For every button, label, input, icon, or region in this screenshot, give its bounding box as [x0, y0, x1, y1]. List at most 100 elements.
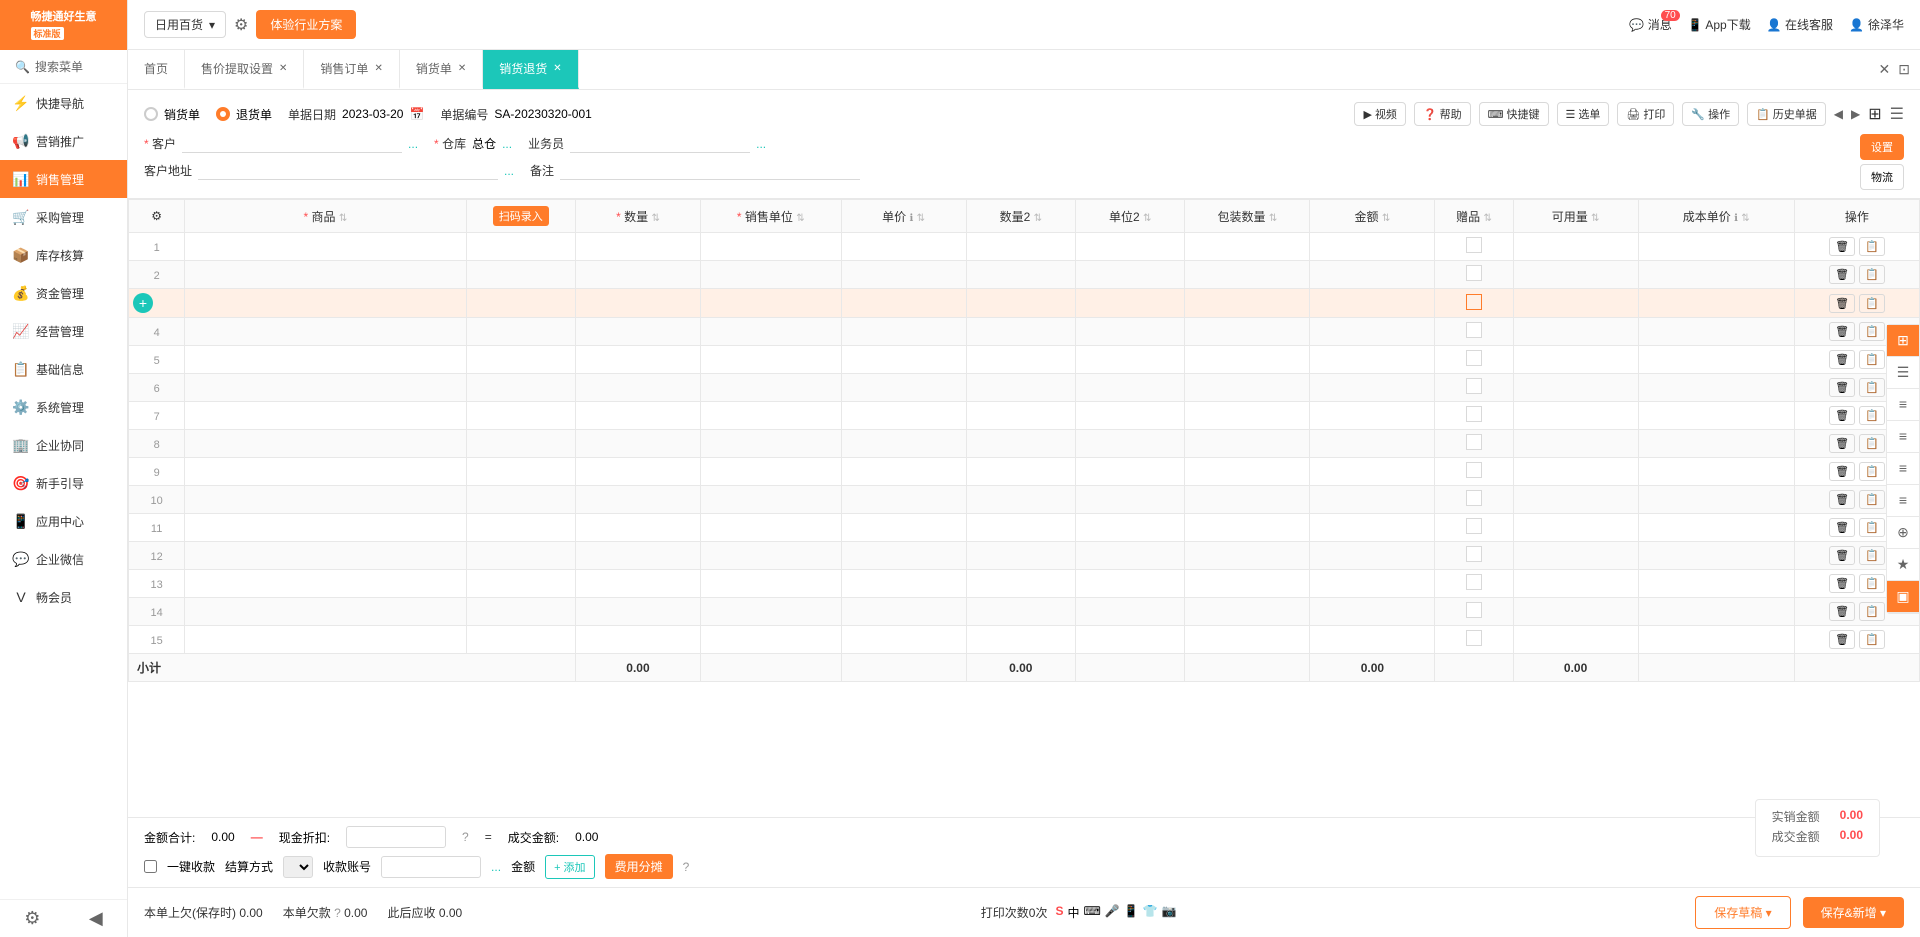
draft-dropdown-icon[interactable]: ▾	[1766, 906, 1772, 920]
right-btn-1[interactable]: ≡	[1887, 389, 1919, 421]
sale-unit-sort-icon[interactable]: ⇅	[796, 213, 804, 224]
table-view-btn[interactable]: ⊞	[1887, 325, 1919, 357]
row-13-copy-btn[interactable]: 📋	[1859, 574, 1885, 593]
operation-btn[interactable]: 🔧 操作	[1682, 102, 1739, 126]
table-view-icon[interactable]: ⊞	[1868, 104, 1881, 124]
sidebar-item-guide[interactable]: 🎯 新手引导	[0, 464, 127, 502]
video-btn[interactable]: ▶ 视频	[1354, 102, 1405, 126]
right-btn-5[interactable]: ⊕	[1887, 517, 1919, 549]
settings-button[interactable]: ⚙	[234, 15, 248, 35]
row-2-qty2[interactable]	[966, 261, 1075, 289]
row-1-qty[interactable]	[575, 233, 700, 261]
online-service[interactable]: 👤 在线客服	[1767, 16, 1833, 33]
gift-checkbox-10[interactable]	[1466, 490, 1482, 506]
row-8-copy-btn[interactable]: 📋	[1859, 434, 1885, 453]
shortcut-btn[interactable]: ⌨ 快捷键	[1479, 102, 1549, 126]
tab-sale-delivery-close[interactable]: ✕	[458, 63, 466, 74]
row-1-gift[interactable]	[1435, 233, 1513, 261]
s-icon[interactable]: S	[1055, 904, 1063, 921]
row-1-unit2[interactable]	[1076, 233, 1185, 261]
owe-hint[interactable]: ?	[334, 906, 341, 920]
tab-home[interactable]: 首页	[128, 50, 185, 89]
row-2-amount[interactable]	[1310, 261, 1435, 289]
sidebar-item-marketing[interactable]: 📢 营销推广	[0, 122, 127, 160]
right-btn-4[interactable]: ≡	[1887, 485, 1919, 517]
unit-price-info-icon[interactable]: ℹ	[910, 213, 914, 224]
row-1-sale-unit[interactable]	[700, 233, 841, 261]
sidebar-item-member[interactable]: V 畅会员	[0, 578, 127, 616]
row-5-copy-btn[interactable]: 📋	[1859, 350, 1885, 369]
logistics-side-btn[interactable]: 物流	[1860, 164, 1904, 190]
address-select-btn[interactable]: ...	[504, 164, 514, 178]
pkg-qty-sort-icon[interactable]: ⇅	[1269, 213, 1277, 224]
amount-sort-icon[interactable]: ⇅	[1382, 213, 1390, 224]
row-2-sale-unit[interactable]	[700, 261, 841, 289]
discount-input[interactable]	[346, 826, 446, 848]
qty2-sort-icon[interactable]: ⇅	[1034, 213, 1042, 224]
tool-icon-1[interactable]: 中	[1067, 904, 1079, 921]
row-2-gift[interactable]	[1435, 261, 1513, 289]
row-3-cost-price[interactable]	[1638, 289, 1794, 318]
question-discount-icon[interactable]: ?	[462, 830, 469, 844]
gift-checkbox-8[interactable]	[1466, 434, 1482, 450]
tab-sale-return-close[interactable]: ✕	[553, 63, 561, 74]
add-fee-btn[interactable]: + 添加	[545, 855, 594, 879]
calendar-icon[interactable]: 📅	[409, 107, 424, 121]
gift-checkbox-5[interactable]	[1466, 350, 1482, 366]
row-3-unit-price[interactable]	[841, 289, 966, 318]
gift-checkbox-3[interactable]	[1466, 294, 1482, 310]
row-1-unit-price[interactable]	[841, 233, 966, 261]
row-2-product[interactable]	[185, 261, 466, 289]
gift-checkbox-14[interactable]	[1466, 602, 1482, 618]
row-10-delete-btn[interactable]: 🗑	[1829, 490, 1855, 509]
split-btn[interactable]: 费用分摊	[605, 854, 673, 879]
remark-input[interactable]	[560, 161, 860, 180]
nav-next[interactable]: ▶	[1851, 107, 1860, 121]
row-5-delete-btn[interactable]: 🗑	[1829, 350, 1855, 369]
row-add-btn-cell[interactable]: +	[129, 289, 185, 318]
tool-icon-2[interactable]: ⌨	[1083, 904, 1100, 921]
row-2-unit2[interactable]	[1076, 261, 1185, 289]
row-6-copy-btn[interactable]: 📋	[1859, 378, 1885, 397]
row-2-copy-btn[interactable]: 📋	[1859, 265, 1885, 284]
sidebar-item-apps[interactable]: 📱 应用中心	[0, 502, 127, 540]
col-scan[interactable]: 扫码录入	[466, 200, 575, 233]
row-1-delete-btn[interactable]: 🗑	[1829, 237, 1855, 256]
row-3-qty[interactable]	[575, 289, 700, 318]
product-sort-icon[interactable]: ⇅	[339, 213, 347, 224]
tab-sale-return[interactable]: 销货退货 ✕	[483, 50, 578, 89]
row-11-delete-btn[interactable]: 🗑	[1829, 518, 1855, 537]
row-6-delete-btn[interactable]: 🗑	[1829, 378, 1855, 397]
available-sort-icon[interactable]: ⇅	[1591, 213, 1599, 224]
sidebar-item-inventory[interactable]: 📦 库存核算	[0, 236, 127, 274]
settings-icon[interactable]: ⚙	[24, 908, 40, 929]
row-4-delete-btn[interactable]: 🗑	[1829, 322, 1855, 341]
tab-sale-delivery[interactable]: 销货单 ✕	[400, 50, 483, 89]
radio-return[interactable]: 退货单	[216, 106, 272, 123]
address-input[interactable]	[198, 161, 498, 180]
message-badge[interactable]: 💬 70 消息	[1629, 16, 1671, 33]
unit-price-sort-icon[interactable]: ⇅	[917, 213, 925, 224]
right-btn-2[interactable]: ≡	[1887, 421, 1919, 453]
row-9-copy-btn[interactable]: 📋	[1859, 462, 1885, 481]
sidebar-item-wechat[interactable]: 💬 企业微信	[0, 540, 127, 578]
row-3-copy-btn[interactable]: 📋	[1859, 294, 1885, 313]
row-2-cost-price[interactable]	[1638, 261, 1794, 289]
customer-select-btn[interactable]: ...	[408, 137, 418, 151]
sidebar-item-enterprise[interactable]: 🏢 企业协同	[0, 426, 127, 464]
select-btn[interactable]: ☰ 选单	[1557, 102, 1610, 126]
sidebar-item-basics[interactable]: 📋 基础信息	[0, 350, 127, 388]
row-3-amount[interactable]	[1310, 289, 1435, 318]
list-view-icon[interactable]: ☰	[1890, 104, 1904, 124]
tab-sale-price[interactable]: 售价提取设置 ✕	[185, 50, 304, 89]
radio-sale[interactable]: 销货单	[144, 106, 200, 123]
row-14-copy-btn[interactable]: 📋	[1859, 602, 1885, 621]
row-13-delete-btn[interactable]: 🗑	[1829, 574, 1855, 593]
row-12-delete-btn[interactable]: 🗑	[1829, 546, 1855, 565]
app-download[interactable]: 📱 App下载	[1688, 16, 1751, 33]
row-1-amount[interactable]	[1310, 233, 1435, 261]
tool-icon-3[interactable]: 🎤	[1105, 904, 1120, 921]
sidebar-item-system[interactable]: ⚙️ 系统管理	[0, 388, 127, 426]
row-3-pkg-qty[interactable]	[1185, 289, 1310, 318]
save-dropdown-icon[interactable]: ▾	[1880, 906, 1886, 920]
